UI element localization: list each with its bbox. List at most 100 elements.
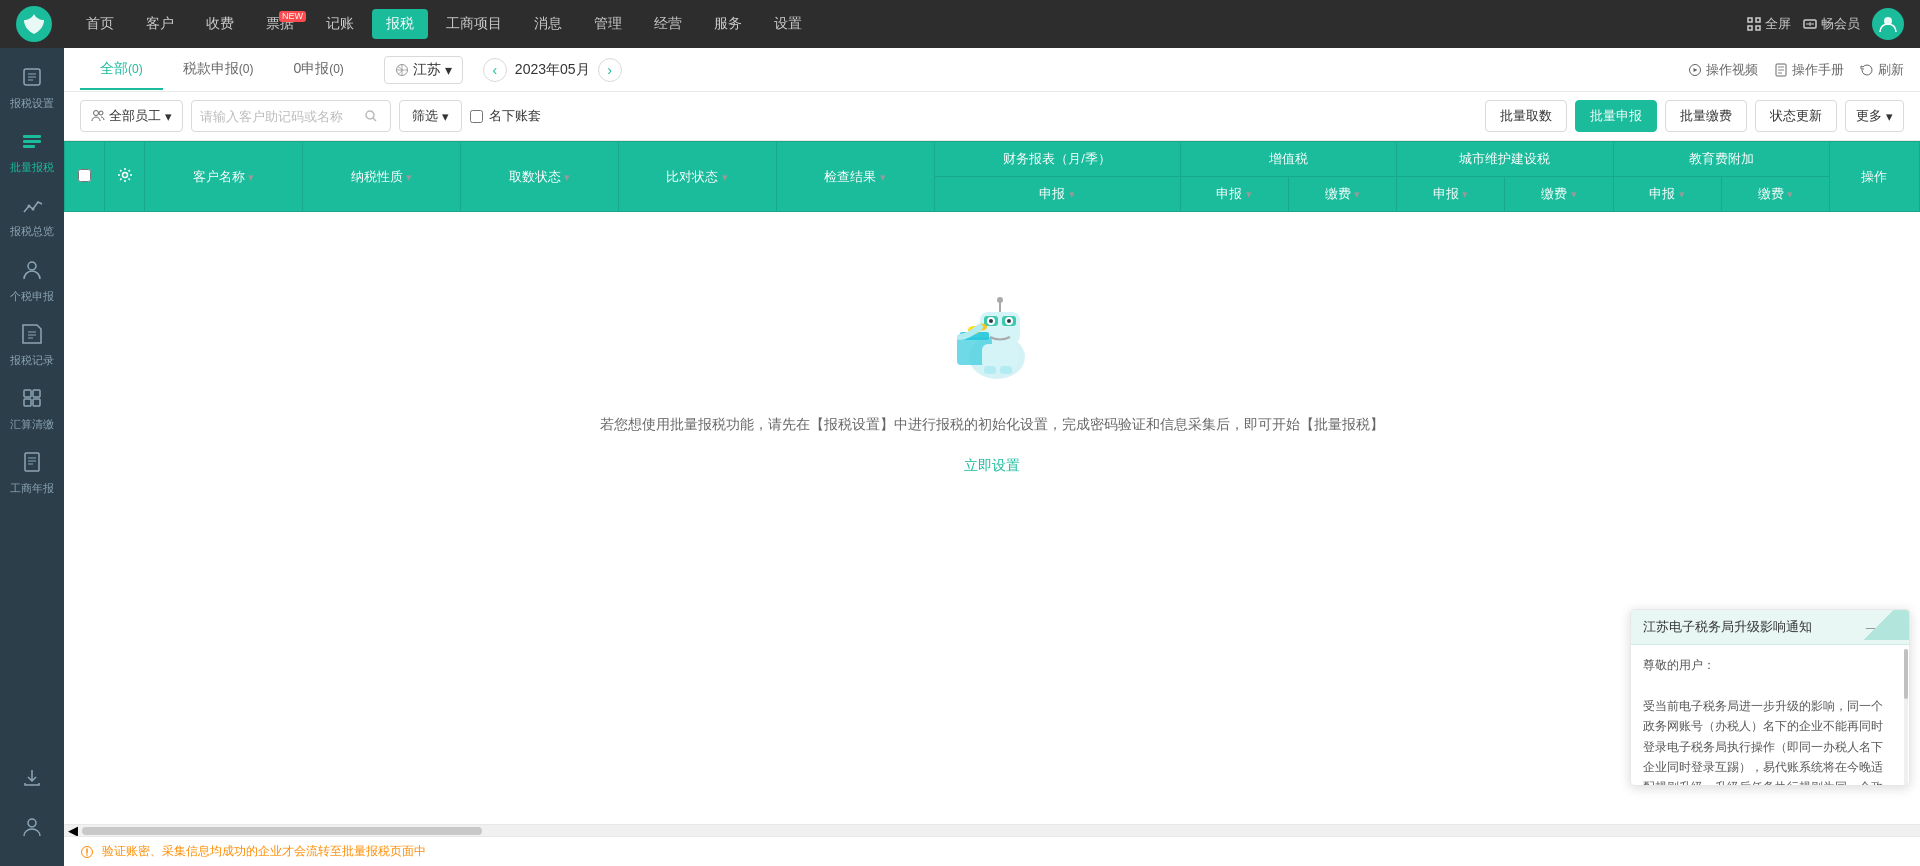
svg-point-12 <box>28 262 36 270</box>
nav-business[interactable]: 工商项目 <box>432 9 516 39</box>
vip-icon <box>1803 17 1817 31</box>
prev-month-button[interactable]: ‹ <box>483 58 507 82</box>
checkbox-accountset[interactable]: 名下账套 <box>470 107 541 125</box>
tab-tax-declare[interactable]: 税款申报(0) <box>163 50 274 90</box>
sidebar-label-tax-settings: 报税设置 <box>10 97 54 110</box>
manual-link[interactable]: 操作手册 <box>1774 61 1844 79</box>
tab-all[interactable]: 全部(0) <box>80 50 163 90</box>
bottom-bar: 验证账密、采集信息均成功的企业才会流转至批量报税页面中 <box>64 836 1920 866</box>
th-check-result: 检查结果 ▾ <box>776 142 934 212</box>
nav-operation[interactable]: 经营 <box>640 9 696 39</box>
svg-rect-41 <box>984 366 996 374</box>
user-avatar[interactable] <box>1872 8 1904 40</box>
th-checkbox <box>65 142 105 212</box>
th-client-name: 客户名称 ▾ <box>145 142 303 212</box>
vip-button[interactable]: 畅会员 <box>1803 15 1860 33</box>
notif-body: 尊敬的用户： 受当前电子税务局进一步升级的影响，同一个政务网账号（办税人）名下的… <box>1631 645 1899 785</box>
sidebar-item-personal-tax[interactable]: 个税申报 <box>0 249 64 313</box>
notif-corner-decoration <box>1849 610 1909 640</box>
batch-pay-button[interactable]: 批量缴费 <box>1665 100 1747 132</box>
tax-overview-icon <box>21 194 43 221</box>
date-navigation: ‹ 2023年05月 › <box>483 58 622 82</box>
nav-management[interactable]: 管理 <box>580 9 636 39</box>
empty-state-message: 若您想使用批量报税功能，请先在【报税设置】中进行报税的初始化设置，完成密码验证和… <box>600 412 1384 437</box>
sidebar-item-tax-settings[interactable]: 报税设置 <box>0 56 64 120</box>
th-compare-status: 比对状态 ▾ <box>618 142 776 212</box>
batch-fetch-button[interactable]: 批量取数 <box>1485 100 1567 132</box>
nav-settings[interactable]: 设置 <box>760 9 816 39</box>
download-icon[interactable] <box>14 760 50 801</box>
select-all-checkbox[interactable] <box>78 169 91 182</box>
sub-tabs-actions: 操作视频 操作手册 刷新 <box>1688 61 1904 79</box>
nav-billing[interactable]: 收费 <box>192 9 248 39</box>
th-fetch-status: 取数状态 ▾ <box>460 142 618 212</box>
svg-point-10 <box>28 205 31 208</box>
app-logo[interactable] <box>16 6 52 42</box>
svg-rect-0 <box>1748 18 1752 22</box>
svg-point-22 <box>94 111 99 116</box>
nav-tax[interactable]: 报税 <box>372 9 428 39</box>
new-badge: NEW <box>279 11 306 22</box>
nav-customer[interactable]: 客户 <box>132 9 188 39</box>
nav-invoice[interactable]: 票据 NEW <box>252 9 308 39</box>
search-input-wrap[interactable] <box>191 100 391 132</box>
notif-title: 江苏电子税务局升级影响通知 <box>1643 618 1812 636</box>
current-date: 2023年05月 <box>515 61 590 79</box>
search-input[interactable] <box>200 109 360 124</box>
svg-point-32 <box>989 319 993 323</box>
horizontal-scrollbar[interactable]: ◀ <box>64 824 1920 836</box>
nav-accounting[interactable]: 记账 <box>312 9 368 39</box>
sidebar-item-batch-tax[interactable]: 批量报税 <box>0 120 64 184</box>
refresh-link[interactable]: 刷新 <box>1860 61 1904 79</box>
accountset-checkbox[interactable] <box>470 110 483 123</box>
sidebar-item-annual-report[interactable]: 工商年报 <box>0 441 64 505</box>
video-link[interactable]: 操作视频 <box>1688 61 1758 79</box>
nav-message[interactable]: 消息 <box>520 9 576 39</box>
region-selector[interactable]: 江苏 ▾ <box>384 56 463 84</box>
notif-scrollbar[interactable] <box>1903 645 1909 785</box>
sidebar: 报税设置 批量报税 报税总览 <box>0 48 64 866</box>
nav-service[interactable]: 服务 <box>700 9 756 39</box>
th-vat-declare: 申报 ▾ <box>1180 177 1288 212</box>
batch-tax-icon <box>21 130 43 157</box>
svg-rect-16 <box>33 399 40 406</box>
annual-report-icon <box>21 451 43 478</box>
sidebar-item-tax-overview[interactable]: 报税总览 <box>0 184 64 248</box>
th-settings <box>105 142 145 212</box>
svg-point-24 <box>366 111 374 119</box>
user-profile-icon[interactable] <box>14 809 50 850</box>
employee-filter[interactable]: 全部员工 ▾ <box>80 100 183 132</box>
svg-rect-40 <box>982 344 1018 369</box>
svg-rect-9 <box>23 145 35 148</box>
tab-zero-declare[interactable]: 0申报(0) <box>273 50 363 90</box>
sidebar-label-personal-tax: 个税申报 <box>10 290 54 303</box>
filter-button[interactable]: 筛选 ▾ <box>399 100 462 132</box>
sidebar-label-batch-tax: 批量报税 <box>10 161 54 174</box>
more-button[interactable]: 更多 ▾ <box>1845 100 1904 132</box>
personal-tax-icon <box>21 259 43 286</box>
setup-link[interactable]: 立即设置 <box>964 457 1020 475</box>
batch-declare-button[interactable]: 批量申报 <box>1575 100 1657 132</box>
fullscreen-button[interactable]: 全屏 <box>1747 15 1791 33</box>
svg-rect-2 <box>1748 26 1752 30</box>
svg-point-35 <box>997 297 1003 303</box>
svg-rect-42 <box>1000 366 1012 374</box>
settings-icon[interactable] <box>117 167 133 183</box>
search-icon <box>364 109 378 123</box>
svg-rect-13 <box>24 390 31 397</box>
reconciliation-icon <box>21 387 43 414</box>
status-update-button[interactable]: 状态更新 <box>1755 100 1837 132</box>
th-city-construction-tax: 城市维护建设税 <box>1397 142 1613 177</box>
warning-text: 验证账密、采集信息均成功的企业才会流转至批量报税页面中 <box>102 843 426 860</box>
sidebar-item-tax-records[interactable]: 报税记录 <box>0 313 64 377</box>
sidebar-item-reconciliation[interactable]: 汇算清缴 <box>0 377 64 441</box>
svg-point-18 <box>28 819 36 827</box>
warning-icon <box>80 845 94 859</box>
nav-home[interactable]: 首页 <box>72 9 128 39</box>
toolbar: 全部员工 ▾ 筛选 ▾ 名下账套 批量取数 批量申报 <box>64 92 1920 141</box>
scrollbar-thumb[interactable] <box>82 827 482 835</box>
toolbar-right: 批量取数 批量申报 批量缴费 状态更新 更多 ▾ <box>1485 100 1904 132</box>
next-month-button[interactable]: › <box>598 58 622 82</box>
th-city-declare: 申报 ▾ <box>1397 177 1505 212</box>
refresh-icon <box>1860 63 1874 77</box>
